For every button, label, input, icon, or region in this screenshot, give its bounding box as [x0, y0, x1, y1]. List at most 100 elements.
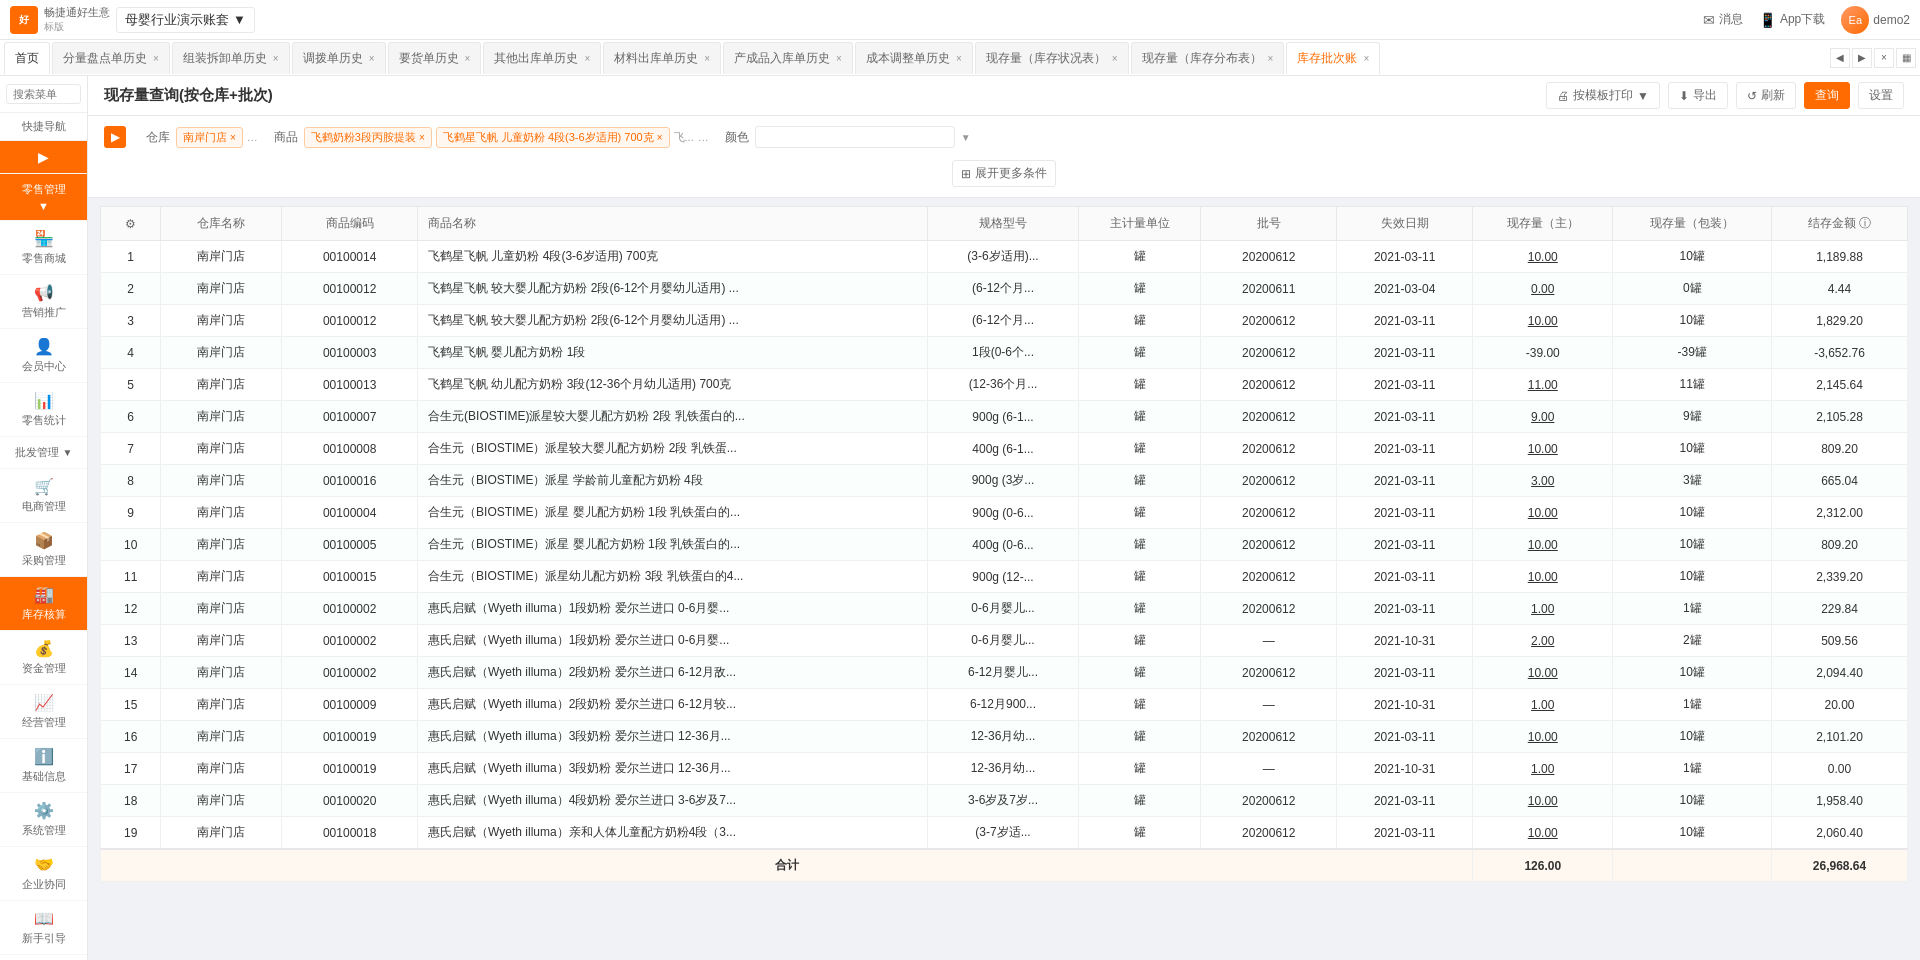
account-selector[interactable]: 母婴行业演示账套 ▼: [116, 7, 255, 33]
row-stock1[interactable]: 10.00: [1473, 497, 1613, 529]
sidebar-item-marketing[interactable]: 📢 营销推广: [0, 275, 87, 329]
row-stock1[interactable]: 1.00: [1473, 753, 1613, 785]
row-stock1[interactable]: 10.00: [1473, 433, 1613, 465]
sidebar-item-app-center[interactable]: 📱 应用中心: [0, 955, 87, 960]
sidebar-item-ecommerce[interactable]: 🛒 电商管理: [0, 469, 87, 523]
search-input[interactable]: [6, 84, 81, 104]
tab-batch-ledger[interactable]: 库存批次账 ×: [1286, 42, 1380, 74]
close-icon[interactable]: ×: [584, 53, 590, 64]
close-icon[interactable]: ×: [1112, 53, 1118, 64]
tab-dismantle[interactable]: 组装拆卸单历史 ×: [172, 42, 290, 74]
row-warehouse: 南岸门店: [161, 433, 282, 465]
sidebar-item-retail-mgmt[interactable]: ▶: [0, 141, 87, 174]
sidebar-item-onboarding[interactable]: 📖 新手引导: [0, 901, 87, 955]
sidebar-item-retail-mgmt-label[interactable]: 零售管理 ▼: [0, 174, 87, 221]
row-stock1[interactable]: 3.00: [1473, 465, 1613, 497]
tab-close-button[interactable]: ×: [1874, 48, 1894, 68]
row-stock1[interactable]: 10.00: [1473, 721, 1613, 753]
page-header: 现存量查询(按仓库+批次) 🖨 按模板打印 ▼ ⬇ 导出 ↺ 刷新 查询: [88, 76, 1920, 116]
close-icon[interactable]: ×: [836, 53, 842, 64]
row-name: 合生元(BIOSTIME)派星较大婴儿配方奶粉 2段 乳铁蛋白的...: [418, 401, 928, 433]
tab-split[interactable]: 分量盘点单历史 ×: [52, 42, 170, 74]
row-amount: 2,060.40: [1772, 817, 1908, 850]
row-stock1[interactable]: 1.00: [1473, 689, 1613, 721]
sidebar-item-basic[interactable]: ℹ️ 基础信息: [0, 739, 87, 793]
row-unit: 罐: [1078, 273, 1200, 305]
sidebar-item-inventory[interactable]: 🏭 库存核算: [0, 577, 87, 631]
row-stock1[interactable]: 11.00: [1473, 369, 1613, 401]
row-stock1[interactable]: 10.00: [1473, 241, 1613, 273]
close-icon[interactable]: ×: [704, 53, 710, 64]
sidebar-item-wholesale[interactable]: 批发管理 ▼: [0, 437, 87, 469]
tab-inventory-dist[interactable]: 现存量（库存分布表） ×: [1131, 42, 1285, 74]
row-stock1[interactable]: 2.00: [1473, 625, 1613, 657]
export-button[interactable]: ⬇ 导出: [1668, 82, 1728, 109]
sidebar-item-purchase[interactable]: 📦 采购管理: [0, 523, 87, 577]
tab-menu-button[interactable]: ▦: [1896, 48, 1916, 68]
row-stock1[interactable]: 10.00: [1473, 305, 1613, 337]
close-icon[interactable]: ×: [369, 53, 375, 64]
remove-warehouse-tag[interactable]: ×: [230, 132, 236, 143]
settings-icon[interactable]: ⚙: [125, 217, 136, 231]
row-stock1[interactable]: 10.00: [1473, 657, 1613, 689]
close-icon[interactable]: ×: [956, 53, 962, 64]
sidebar-item-member[interactable]: 👤 会员中心: [0, 329, 87, 383]
col-header-amount: 结存金额 ⓘ: [1772, 207, 1908, 241]
row-amount: 2,312.00: [1772, 497, 1908, 529]
tab-request[interactable]: 要货单历史 ×: [388, 42, 482, 74]
member-icon: 👤: [34, 337, 54, 356]
sidebar-item-retail-stats[interactable]: 📊 零售统计: [0, 383, 87, 437]
row-amount: 20.00: [1772, 689, 1908, 721]
template-print-button[interactable]: 🖨 按模板打印 ▼: [1546, 82, 1660, 109]
message-button[interactable]: ✉ 消息: [1703, 11, 1743, 28]
row-stock1[interactable]: -39.00: [1473, 337, 1613, 369]
filter-expand-toggle[interactable]: ▶: [104, 126, 126, 148]
close-icon[interactable]: ×: [1363, 53, 1369, 64]
row-spec: (12-36个月...: [927, 369, 1078, 401]
row-stock1[interactable]: 0.00: [1473, 273, 1613, 305]
close-icon[interactable]: ×: [153, 53, 159, 64]
tab-other-out[interactable]: 其他出库单历史 ×: [483, 42, 601, 74]
user-profile[interactable]: Ea demo2: [1841, 6, 1910, 34]
color-filter-input[interactable]: [755, 126, 955, 148]
row-stock1[interactable]: 10.00: [1473, 529, 1613, 561]
row-stock1[interactable]: 10.00: [1473, 785, 1613, 817]
sidebar-item-enterprise[interactable]: 🤝 企业协同: [0, 847, 87, 901]
row-stock1[interactable]: 1.00: [1473, 593, 1613, 625]
tab-next-button[interactable]: ▶: [1852, 48, 1872, 68]
tab-mix[interactable]: 调拨单历史 ×: [292, 42, 386, 74]
tab-material-out[interactable]: 材料出库单历史 ×: [603, 42, 721, 74]
tab-cost-adj[interactable]: 成本调整单历史 ×: [855, 42, 973, 74]
row-stock1[interactable]: 9.00: [1473, 401, 1613, 433]
row-stock1[interactable]: 10.00: [1473, 817, 1613, 850]
tab-home[interactable]: 首页: [4, 42, 50, 74]
remove-product-tag-1[interactable]: ×: [419, 132, 425, 143]
refresh-button[interactable]: ↺ 刷新: [1736, 82, 1796, 109]
row-unit: 罐: [1078, 625, 1200, 657]
close-icon[interactable]: ×: [465, 53, 471, 64]
tab-prev-button[interactable]: ◀: [1830, 48, 1850, 68]
close-icon[interactable]: ×: [273, 53, 279, 64]
tab-product-in[interactable]: 产成品入库单历史 ×: [723, 42, 853, 74]
row-amount: 2,339.20: [1772, 561, 1908, 593]
row-stock2: 10罐: [1613, 721, 1772, 753]
settings-button[interactable]: 设置: [1858, 82, 1904, 109]
col-header-settings[interactable]: ⚙: [101, 207, 161, 241]
sidebar-item-finance[interactable]: 💰 资金管理: [0, 631, 87, 685]
query-button[interactable]: 查询: [1804, 82, 1850, 109]
row-amount: 509.56: [1772, 625, 1908, 657]
sidebar-item-retail-shop[interactable]: 🏪 零售商城: [0, 221, 87, 275]
row-expire: 2021-03-11: [1337, 369, 1473, 401]
sidebar-item-system[interactable]: ⚙️ 系统管理: [0, 793, 87, 847]
app-logo-icon: 好: [10, 6, 38, 34]
row-stock1[interactable]: 10.00: [1473, 561, 1613, 593]
app-download-button[interactable]: 📱 App下载: [1759, 11, 1825, 28]
remove-product-tag-2[interactable]: ×: [657, 132, 663, 143]
expand-more-button[interactable]: ⊞ 展开更多条件: [952, 160, 1056, 187]
tab-inventory-status[interactable]: 现存量（库存状况表） ×: [975, 42, 1129, 74]
close-icon[interactable]: ×: [1268, 53, 1274, 64]
row-warehouse: 南岸门店: [161, 753, 282, 785]
arrow-icon: ▼: [63, 447, 73, 458]
sidebar-item-operations[interactable]: 📈 经营管理: [0, 685, 87, 739]
row-code: 00100020: [282, 785, 418, 817]
